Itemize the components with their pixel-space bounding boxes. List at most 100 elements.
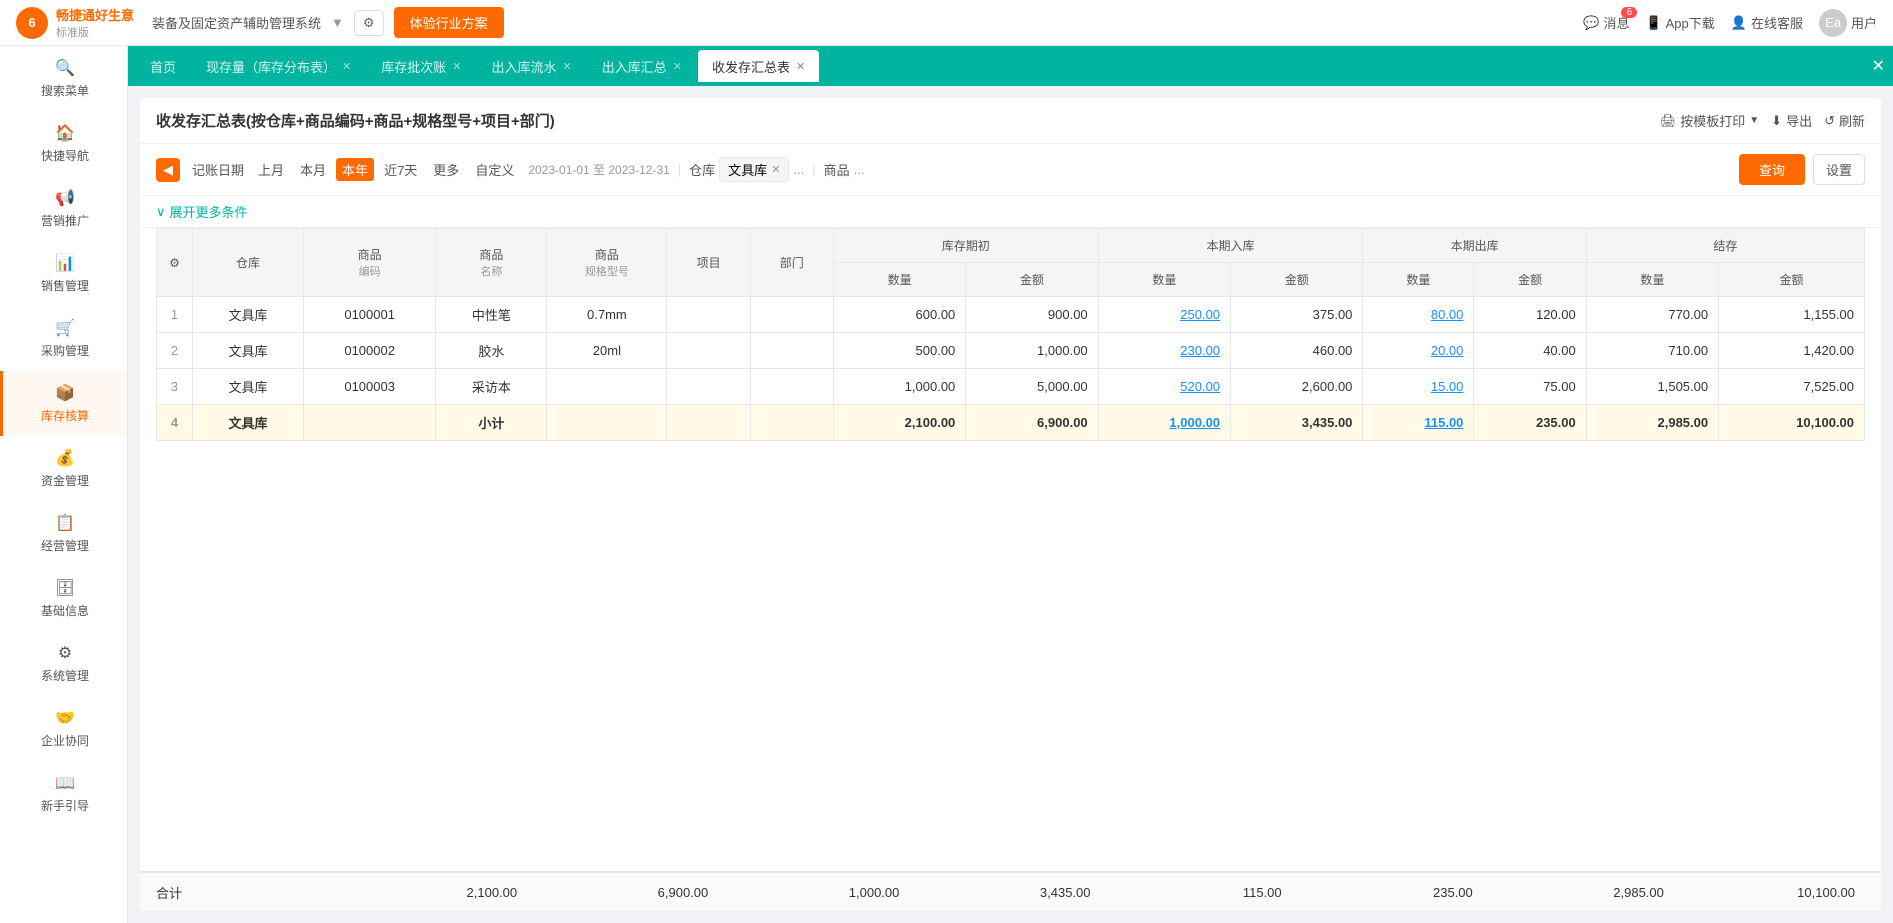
th-dept: 部门 — [750, 229, 833, 297]
sidebar-item-marketing[interactable]: 📢 营销推广 — [0, 176, 127, 241]
tab-close-batch[interactable]: ✕ — [452, 60, 461, 73]
sidebar-item-basic[interactable]: 🗄 基础信息 — [0, 566, 127, 631]
content-area: 首页 现存量（库存分布表） ✕ 库存批次账 ✕ 出入库流水 ✕ 出入库汇总 ✕ … — [128, 46, 1893, 923]
date-btn-this-month[interactable]: 本月 — [294, 158, 332, 181]
date-buttons: 上月 本月 本年 近7天 更多 自定义 — [252, 158, 520, 181]
filter-bar: ◀ 记账日期 上月 本月 本年 近7天 更多 自定义 2023-01-01 至 … — [140, 144, 1881, 196]
date-range: 2023-01-01 至 2023-12-31 — [528, 161, 669, 178]
home-icon: 🏠 — [55, 123, 75, 143]
tab-close-all[interactable]: ✕ — [1872, 56, 1885, 76]
warehouse-more[interactable]: ... — [793, 162, 804, 177]
setting-button[interactable]: 设置 — [1813, 154, 1865, 185]
sidebar: 🔍 搜索菜单 🏠 快捷导航 📢 营销推广 📊 销售管理 🛒 采购管理 📦 库存核… — [0, 46, 128, 923]
total-values: 2,100.00 6,900.00 1,000.00 3,435.00 115.… — [336, 885, 1865, 900]
tab-close-collect-summary[interactable]: ✕ — [796, 60, 805, 73]
total-bal-amt: 10,100.00 — [1674, 885, 1865, 900]
date-btn-last-month[interactable]: 上月 — [252, 158, 290, 181]
tab-stock-dist[interactable]: 现存量（库存分布表） ✕ — [192, 50, 365, 82]
system-dropdown-icon[interactable]: ▼ — [331, 15, 344, 30]
warehouse-tag-text: 文具库 — [728, 160, 767, 179]
sidebar-item-purchase[interactable]: 🛒 采购管理 — [0, 306, 127, 371]
warehouse-tag[interactable]: 文具库 ✕ — [719, 157, 789, 182]
th-warehouse: 仓库 — [193, 229, 304, 297]
data-table: ⚙ 仓库 商品编码 商品名称 商品规格型号 项目 部门 库存期初 本期入库 本期… — [156, 228, 1865, 441]
export-button[interactable]: ⬇ 导出 — [1771, 111, 1812, 130]
print-button[interactable]: 🖨 按模板打印 ▼ — [1660, 111, 1759, 130]
app-download-item[interactable]: 📱 App下载 — [1645, 13, 1714, 32]
sidebar-item-finance[interactable]: 💰 资金管理 — [0, 436, 127, 501]
sidebar-item-newbie[interactable]: 📖 新手引导 — [0, 761, 127, 826]
expand-button[interactable]: ∨ 展开更多条件 — [156, 202, 1865, 221]
sidebar-label-sales: 销售管理 — [41, 277, 89, 294]
date-btn-this-year[interactable]: 本年 — [336, 158, 374, 181]
sidebar-label-marketing: 营销推广 — [41, 212, 89, 229]
tab-close-summary-in-out[interactable]: ✕ — [673, 60, 682, 73]
sidebar-item-quick-nav[interactable]: 🏠 快捷导航 — [0, 111, 127, 176]
th-balance: 结存 — [1586, 229, 1864, 263]
sidebar-item-system[interactable]: ⚙ 系统管理 — [0, 631, 127, 696]
message-badge: 6 — [1621, 7, 1637, 18]
product-more[interactable]: ... — [854, 162, 865, 177]
table-body: 1文具库0100001中性笔0.7mm600.00900.00250.00375… — [157, 297, 1865, 441]
export-icon: ⬇ — [1771, 113, 1782, 129]
th-opening: 库存期初 — [833, 229, 1098, 263]
page-header: 收发存汇总表(按仓库+商品编码+商品+规格型号+项目+部门) 🖨 按模板打印 ▼… — [140, 98, 1881, 144]
sidebar-item-enterprise[interactable]: 🤝 企业协同 — [0, 696, 127, 761]
sidebar-item-sales[interactable]: 📊 销售管理 — [0, 241, 127, 306]
tab-collect-summary[interactable]: 收发存汇总表 ✕ — [698, 50, 819, 82]
sidebar-label-enterprise: 企业协同 — [41, 732, 89, 749]
th-project: 项目 — [667, 229, 750, 297]
total-opening-qty: 2,100.00 — [336, 885, 527, 900]
tab-flow[interactable]: 出入库流水 ✕ — [477, 50, 585, 82]
tab-home[interactable]: 首页 — [136, 50, 190, 82]
total-bal-qty: 2,985.00 — [1483, 885, 1674, 900]
tab-summary-in-out[interactable]: 出入库汇总 ✕ — [588, 50, 696, 82]
date-btn-custom[interactable]: 自定义 — [469, 158, 520, 181]
th-spec: 商品规格型号 — [547, 229, 667, 297]
tab-close-stock-dist[interactable]: ✕ — [342, 60, 351, 73]
th-out: 本期出库 — [1363, 229, 1586, 263]
tab-batch[interactable]: 库存批次账 ✕ — [367, 50, 475, 82]
warehouse-tag-close[interactable]: ✕ — [771, 163, 780, 176]
sidebar-label-finance: 资金管理 — [41, 472, 89, 489]
purchase-icon: 🛒 — [55, 318, 75, 338]
th-in-qty: 数量 — [1098, 263, 1230, 297]
expand-row: ∨ 展开更多条件 — [140, 196, 1881, 228]
table-row: 1文具库0100001中性笔0.7mm600.00900.00250.00375… — [157, 297, 1865, 333]
print-icon: 🖨 — [1660, 113, 1677, 129]
white-card: 收发存汇总表(按仓库+商品编码+商品+规格型号+项目+部门) 🖨 按模板打印 ▼… — [140, 98, 1881, 911]
tab-close-flow[interactable]: ✕ — [563, 60, 572, 73]
user-item[interactable]: Ea 用户 — [1819, 9, 1877, 37]
product-filter: 商品 ... — [824, 160, 865, 179]
date-btn-7days[interactable]: 近7天 — [378, 158, 423, 181]
finance-icon: 💰 — [55, 448, 75, 468]
date-btn-more[interactable]: 更多 — [427, 158, 465, 181]
table-row: 4文具库小计2,100.006,900.001,000.003,435.0011… — [157, 405, 1865, 441]
sidebar-label-search: 搜索菜单 — [41, 82, 89, 99]
sidebar-label-basic: 基础信息 — [41, 602, 89, 619]
message-icon-item[interactable]: 💬 消息 6 — [1583, 13, 1629, 32]
th-gear: ⚙ — [157, 229, 193, 297]
service-icon: 👤 — [1731, 15, 1747, 31]
sales-icon: 📊 — [55, 253, 75, 273]
sidebar-item-search[interactable]: 🔍 搜索菜单 — [0, 46, 127, 111]
sidebar-item-operations[interactable]: 📋 经营管理 — [0, 501, 127, 566]
message-icon: 💬 — [1583, 15, 1599, 31]
system-icon: ⚙ — [58, 643, 72, 663]
sidebar-label-system: 系统管理 — [41, 667, 89, 684]
th-in: 本期入库 — [1098, 229, 1363, 263]
sidebar-item-inventory[interactable]: 📦 库存核算 — [0, 371, 127, 436]
sidebar-label-newbie: 新手引导 — [41, 797, 89, 814]
sidebar-label-purchase: 采购管理 — [41, 342, 89, 359]
gear-button[interactable]: ⚙ — [354, 10, 384, 36]
table-row: 3文具库0100003采访本1,000.005,000.00520.002,60… — [157, 369, 1865, 405]
trial-button[interactable]: 体验行业方案 — [394, 7, 504, 38]
top-header: 6 畅捷通好生意 标准版 装备及固定资产辅助管理系统 ▼ ⚙ 体验行业方案 💬 … — [0, 0, 1893, 46]
enterprise-icon: 🤝 — [55, 708, 75, 728]
print-dropdown-icon: ▼ — [1749, 115, 1759, 126]
refresh-button[interactable]: ↺ 刷新 — [1824, 111, 1865, 130]
filter-toggle-button[interactable]: ◀ — [156, 158, 180, 182]
query-button[interactable]: 查询 — [1739, 154, 1805, 185]
total-opening-amt: 6,900.00 — [527, 885, 718, 900]
online-service-item[interactable]: 👤 在线客服 — [1731, 13, 1803, 32]
